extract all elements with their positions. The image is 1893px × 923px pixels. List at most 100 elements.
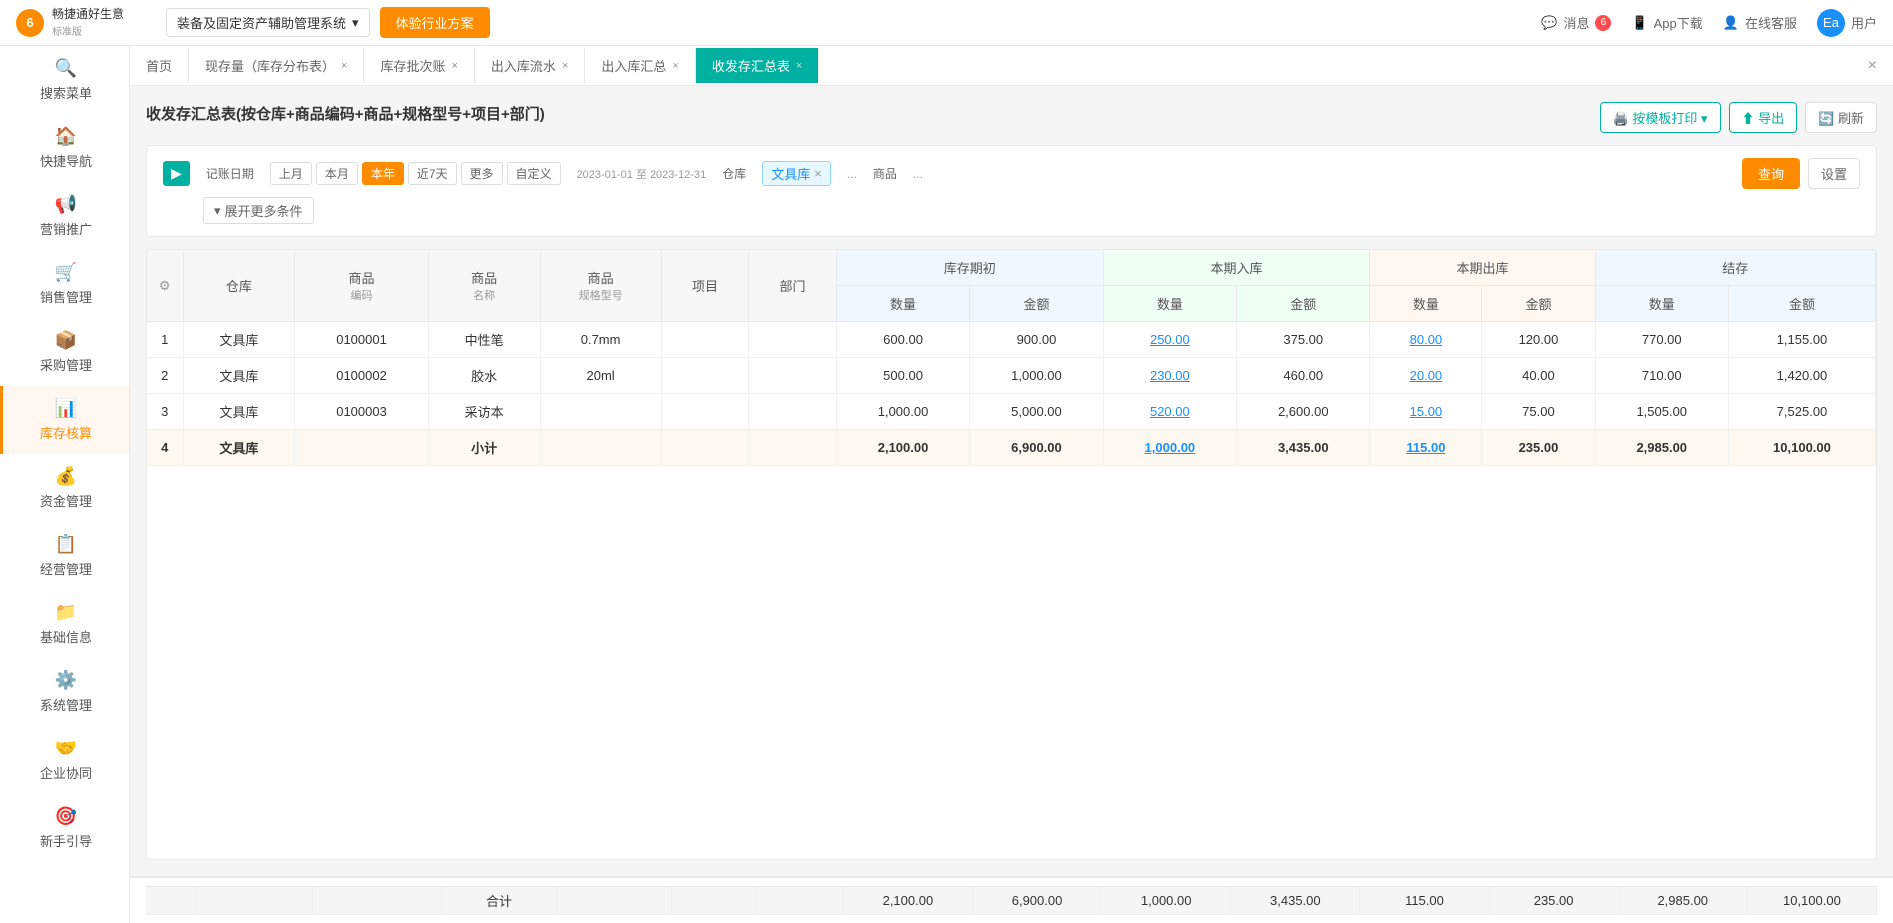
total-row: 合计 2,100.00 6,900.00 1,000.00 3,435.00 1… (146, 887, 1877, 915)
tab-close-recv-send-summary[interactable]: × (796, 60, 802, 72)
date-range: 2023-01-01 至 2023-12-31 (577, 166, 707, 182)
experience-button[interactable]: 体验行业方案 (380, 7, 490, 38)
sidebar-item-label: 快捷导航 (40, 151, 92, 170)
sidebar-item-label: 企业协同 (40, 763, 92, 782)
th-warehouse: 仓库 (183, 250, 295, 322)
tab-recv-send-summary[interactable]: 收发存汇总表 × (696, 48, 819, 83)
warehouse-tag: 文具库 × (762, 161, 831, 186)
in-qty-link-2[interactable]: 230.00 (1150, 368, 1190, 383)
online-service-group[interactable]: 👤 在线客服 (1723, 13, 1797, 32)
sidebar-item-guide[interactable]: 🎯 新手引导 (0, 794, 129, 862)
tab-batch-account[interactable]: 库存批次账 × (364, 48, 474, 83)
th-product-spec: 商品规格型号 (540, 250, 661, 322)
sidebar-item-search[interactable]: 🔍 搜索菜单 (0, 46, 129, 114)
th-product-name: 商品名称 (428, 250, 540, 322)
th-closing-amt: 金额 (1728, 286, 1875, 322)
th-opening-qty: 数量 (836, 286, 969, 322)
in-qty-link-1[interactable]: 250.00 (1150, 332, 1190, 347)
refresh-button[interactable]: 🔄 刷新 (1805, 102, 1877, 133)
logo-area: 6 畅捷通好生意 标准版 (16, 7, 146, 38)
date-filter: 上月 本月 本年 近7天 更多 自定义 (270, 162, 561, 185)
date-btn-more[interactable]: 更多 (461, 162, 503, 185)
in-qty-link-3[interactable]: 520.00 (1150, 404, 1190, 419)
sidebar: 🔍 搜索菜单 🏠 快捷导航 📢 营销推广 🛒 销售管理 📦 采购管理 📊 库存核… (0, 46, 130, 923)
app-download-group[interactable]: 📱 App下载 (1631, 13, 1702, 32)
home-icon: 🏠 (55, 126, 77, 147)
tab-close-batch-account[interactable]: × (451, 60, 457, 72)
guide-icon: 🎯 (55, 806, 77, 827)
date-label: 记账日期 (206, 165, 254, 182)
logo-sub: 标准版 (52, 23, 124, 38)
system-select[interactable]: 装备及固定资产辅助管理系统 ▾ (166, 8, 370, 37)
tab-bar: 首页 现存量（库存分布表） × 库存批次账 × 出入库流水 × 出入库汇总 × … (130, 46, 1893, 86)
date-btn-this-year[interactable]: 本年 (362, 162, 404, 185)
content-area: 首页 现存量（库存分布表） × 库存批次账 × 出入库流水 × 出入库汇总 × … (130, 46, 1893, 923)
tab-in-out-summary[interactable]: 出入库汇总 × (585, 48, 695, 83)
sidebar-item-operations[interactable]: 📋 经营管理 (0, 522, 129, 590)
sidebar-item-marketing[interactable]: 📢 营销推广 (0, 182, 129, 250)
date-btn-custom[interactable]: 自定义 (507, 162, 561, 185)
operations-icon: 📋 (55, 534, 77, 555)
date-btn-7days[interactable]: 近7天 (408, 162, 457, 185)
total-label: 合计 (442, 887, 557, 915)
sidebar-item-quick-nav[interactable]: 🏠 快捷导航 (0, 114, 129, 182)
query-button[interactable]: 查询 (1742, 158, 1800, 189)
total-closing-amt: 10,100.00 (1747, 887, 1876, 915)
out-qty-link-3[interactable]: 15.00 (1410, 404, 1443, 419)
sidebar-item-label: 库存核算 (40, 423, 92, 442)
tab-close-inventory-dist[interactable]: × (341, 60, 347, 72)
sidebar-item-label: 销售管理 (40, 287, 92, 306)
export-button[interactable]: ⬆ 导出 (1729, 102, 1798, 133)
date-btn-this-month[interactable]: 本月 (316, 162, 358, 185)
total-out-amt: 235.00 (1489, 887, 1618, 915)
sidebar-item-basic-info[interactable]: 📁 基础信息 (0, 590, 129, 658)
th-settings[interactable]: ⚙ (147, 250, 183, 322)
product-more[interactable]: ... (913, 167, 923, 181)
tab-close-in-out-summary[interactable]: × (672, 60, 678, 72)
bottom-bar: 合计 2,100.00 6,900.00 1,000.00 3,435.00 1… (130, 876, 1893, 923)
print-button[interactable]: 🖨️ 按模板打印 ▾ (1600, 102, 1721, 133)
total-opening-amt: 6,900.00 (972, 887, 1101, 915)
tab-close-in-out-flow[interactable]: × (562, 60, 568, 72)
sales-icon: 🛒 (55, 262, 77, 283)
user-avatar: Ea (1817, 9, 1845, 37)
subtotal-in-qty-link[interactable]: 1,000.00 (1145, 440, 1196, 455)
th-out-amt: 金额 (1482, 286, 1595, 322)
tab-in-out-flow[interactable]: 出入库流水 × (475, 48, 585, 83)
message-group[interactable]: 💬 消息 6 (1541, 13, 1611, 32)
sidebar-item-system[interactable]: ⚙️ 系统管理 (0, 658, 129, 726)
subtotal-out-qty-link[interactable]: 115.00 (1406, 440, 1445, 455)
sidebar-item-purchase[interactable]: 📦 采购管理 (0, 318, 129, 386)
out-qty-link-2[interactable]: 20.00 (1410, 368, 1443, 383)
sidebar-item-label: 营销推广 (40, 219, 92, 238)
expand-arrow-button[interactable]: ▶ (163, 161, 190, 186)
table-container: ⚙ 仓库 商品编码 商品名称 商品规格型号 项目 部门 库存期初 本期入库 本期… (146, 249, 1877, 860)
search-icon: 🔍 (55, 58, 77, 79)
tab-home[interactable]: 首页 (130, 48, 189, 83)
filter-row-2: ▾ 展开更多条件 (163, 197, 1860, 224)
marketing-icon: 📢 (55, 194, 77, 215)
settings-icon[interactable]: ⚙ (159, 278, 171, 293)
sidebar-item-cooperation[interactable]: 🤝 企业协同 (0, 726, 129, 794)
table-row: 1 文具库 0100001 中性笔 0.7mm 600.00 900.00 25… (147, 322, 1876, 358)
total-out-qty: 115.00 (1360, 887, 1489, 915)
tab-bar-close[interactable]: × (1852, 49, 1893, 83)
page-title: 收发存汇总表(按仓库+商品编码+商品+规格型号+项目+部门) (146, 103, 545, 132)
date-btn-last-month[interactable]: 上月 (270, 162, 312, 185)
warehouse-more[interactable]: ... (847, 167, 857, 181)
th-in-amt: 金额 (1237, 286, 1370, 322)
sidebar-item-sales[interactable]: 🛒 销售管理 (0, 250, 129, 318)
tab-inventory-dist[interactable]: 现存量（库存分布表） × (189, 48, 364, 83)
page-content: 收发存汇总表(按仓库+商品编码+商品+规格型号+项目+部门) 🖨️ 按模板打印 … (130, 86, 1893, 876)
settings-button[interactable]: 设置 (1808, 158, 1860, 189)
summary-table: ⚙ 仓库 商品编码 商品名称 商品规格型号 项目 部门 库存期初 本期入库 本期… (147, 250, 1876, 466)
out-qty-link-1[interactable]: 80.00 (1410, 332, 1443, 347)
user-group[interactable]: Ea 用户 (1817, 9, 1877, 37)
total-table: 合计 2,100.00 6,900.00 1,000.00 3,435.00 1… (146, 886, 1877, 915)
sidebar-item-label: 资金管理 (40, 491, 92, 510)
sidebar-item-finance[interactable]: 💰 资金管理 (0, 454, 129, 522)
sidebar-item-inventory[interactable]: 📊 库存核算 (0, 386, 129, 454)
expand-more-btn[interactable]: ▾ 展开更多条件 (203, 197, 314, 224)
warehouse-tag-close[interactable]: × (814, 166, 822, 181)
total-opening-qty: 2,100.00 (843, 887, 972, 915)
